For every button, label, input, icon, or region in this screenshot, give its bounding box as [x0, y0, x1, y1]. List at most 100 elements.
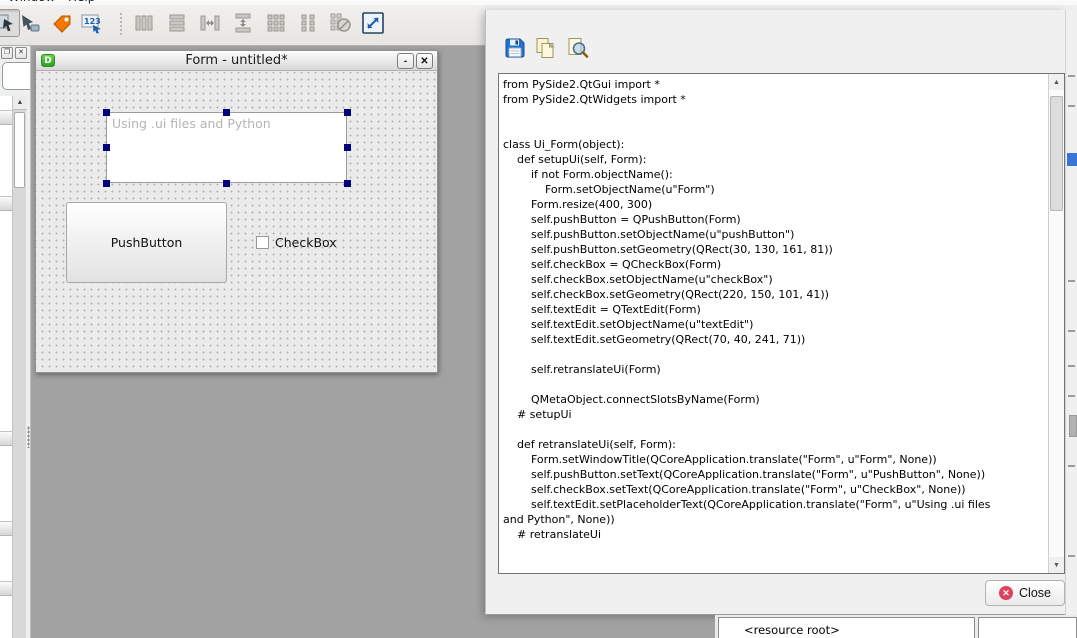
close-dialog-button[interactable]: ✕ Close: [985, 580, 1065, 606]
code-line: self.retranslateUi(Form): [503, 362, 1048, 377]
resource-browser-strip: <resource root>: [715, 615, 1077, 638]
dock-float-button[interactable]: ❐: [1, 47, 13, 59]
selected-row-sliver: [1067, 153, 1077, 166]
layout-grid-button[interactable]: [262, 9, 290, 37]
find-icon: [565, 36, 591, 60]
adjust-size-icon: [361, 11, 385, 35]
code-line: [503, 422, 1048, 437]
widget-box-scrollbar[interactable]: ▲: [12, 96, 26, 638]
layout-vertical-splitter-button[interactable]: [229, 9, 257, 37]
widget-box-panel: ❐ ✕ ▲: [0, 46, 31, 638]
code-line: self.textEdit = QTextEdit(Form): [503, 302, 1048, 317]
form-window-title: Form - untitled*: [36, 53, 437, 68]
close-button-label: Close: [1019, 586, 1051, 600]
break-layout-button[interactable]: [327, 9, 355, 37]
tree-branch-mark: [1068, 75, 1075, 77]
adjust-size-button[interactable]: [359, 9, 387, 37]
layout-form-button[interactable]: [295, 9, 323, 37]
resource-detail-panel[interactable]: [978, 617, 1077, 638]
textedit-widget[interactable]: Using .ui files and Python: [106, 112, 347, 183]
scrollbar-thumb[interactable]: [14, 112, 25, 188]
layout-vertical-button[interactable]: [163, 9, 191, 37]
code-scrollbar-thumb[interactable]: [1050, 96, 1063, 211]
copy-button[interactable]: [531, 34, 559, 62]
widget-box-list[interactable]: [0, 96, 12, 638]
layout-grid-icon: [265, 12, 287, 34]
code-line: [503, 122, 1048, 137]
form-canvas[interactable]: Using .ui files and Python PushButton Ch…: [36, 72, 437, 372]
selection-handle-n[interactable]: [223, 109, 230, 116]
resource-root-item[interactable]: <resource root>: [744, 623, 840, 637]
layout-horizontal-button[interactable]: [130, 9, 158, 37]
selection-handle-ne[interactable]: [344, 109, 351, 116]
layout-form-icon: [298, 12, 320, 34]
tree-branch-mark: [1068, 465, 1075, 467]
code-line: # setupUi: [503, 407, 1048, 422]
scrollbar-thumb-sliver[interactable]: [1069, 415, 1077, 437]
code-line: Form.resize(400, 300): [503, 197, 1048, 212]
tree-branch-mark: [1068, 105, 1075, 107]
code-line: self.textEdit.setGeometry(QRect(70, 40, …: [503, 332, 1048, 347]
menu-window[interactable]: Window: [8, 0, 55, 4]
minimize-button[interactable]: -: [397, 53, 414, 69]
tree-branch-mark: [1068, 280, 1075, 282]
code-line: self.textEdit.setObjectName(u"textEdit"): [503, 317, 1048, 332]
code-content: from PySide2.QtGui import *from PySide2.…: [499, 74, 1048, 573]
code-line: if not Form.objectName():: [503, 167, 1048, 182]
code-line: class Ui_Form(object):: [503, 137, 1048, 152]
checkbox-widget[interactable]: CheckBox: [256, 222, 357, 263]
close-window-button[interactable]: ✕: [416, 53, 433, 69]
code-line: self.checkBox.setGeometry(QRect(220, 150…: [503, 287, 1048, 302]
code-line: self.checkBox.setText(QCoreApplication.t…: [503, 482, 1048, 497]
edit-tab-order-button[interactable]: 123: [78, 9, 106, 37]
dock-splitter-handle[interactable]: [27, 426, 30, 448]
code-line: [503, 107, 1048, 122]
checkbox-label: CheckBox: [275, 235, 337, 250]
selection-handle-sw[interactable]: [103, 180, 110, 187]
tree-branch-mark: [1068, 555, 1075, 557]
form-window-titlebar[interactable]: D Form - untitled* - ✕: [36, 51, 437, 71]
pushbutton-widget[interactable]: PushButton: [66, 202, 227, 283]
widget-category-row[interactable]: [0, 196, 12, 211]
edit-buddies-button[interactable]: [48, 9, 76, 37]
widget-category-row[interactable]: [0, 110, 12, 125]
selection-handle-s[interactable]: [223, 180, 230, 187]
dock-close-button[interactable]: ✕: [15, 47, 27, 59]
layout-horizontal-splitter-button[interactable]: [196, 9, 224, 37]
code-line: self.pushButton.setObjectName(u"pushButt…: [503, 227, 1048, 242]
code-line: def setupUi(self, Form):: [503, 152, 1048, 167]
find-button[interactable]: [564, 34, 592, 62]
selection-handle-se[interactable]: [344, 180, 351, 187]
code-line: self.pushButton.setGeometry(QRect(30, 13…: [503, 242, 1048, 257]
selection-handle-w[interactable]: [103, 144, 110, 151]
edit-tab-order-icon: 123: [80, 12, 104, 34]
widget-category-row[interactable]: [0, 431, 12, 446]
scroll-up-icon[interactable]: ▲: [1049, 74, 1064, 90]
scroll-down-icon[interactable]: ▼: [1049, 557, 1064, 573]
edit-signals-slots-button[interactable]: [16, 9, 44, 37]
code-scrollbar[interactable]: ▲ ▼: [1048, 74, 1064, 573]
selection-handle-e[interactable]: [344, 144, 351, 151]
pushbutton-label: PushButton: [111, 235, 183, 250]
resource-tree-panel[interactable]: <resource root>: [718, 617, 975, 638]
scrollbar-up-icon[interactable]: ▲: [13, 96, 27, 110]
selection-handle-nw[interactable]: [103, 109, 110, 116]
code-view[interactable]: from PySide2.QtGui import *from PySide2.…: [498, 73, 1065, 574]
widget-category-row[interactable]: [0, 581, 12, 596]
edit-signals-slots-icon: [19, 12, 41, 34]
code-line: # retranslateUi: [503, 527, 1048, 542]
menu-help[interactable]: Help: [68, 0, 95, 4]
tree-branch-mark: [1068, 330, 1075, 332]
break-layout-icon: [329, 12, 353, 34]
widget-category-row[interactable]: [0, 521, 12, 536]
widget-filter-input[interactable]: [2, 62, 31, 90]
qt-designer-screen: Window Help 123: [0, 0, 1077, 638]
code-line: self.pushButton.setText(QCoreApplication…: [503, 467, 1048, 482]
code-line: from PySide2.QtWidgets import *: [503, 92, 1048, 107]
code-line: and Python", None)): [503, 512, 1048, 527]
textedit-placeholder: Using .ui files and Python: [112, 116, 271, 131]
code-line: self.textEdit.setPlaceholderText(QCoreAp…: [503, 497, 1048, 512]
save-icon: [503, 36, 527, 60]
save-button[interactable]: [501, 34, 529, 62]
code-line: self.checkBox.setObjectName(u"checkBox"): [503, 272, 1048, 287]
